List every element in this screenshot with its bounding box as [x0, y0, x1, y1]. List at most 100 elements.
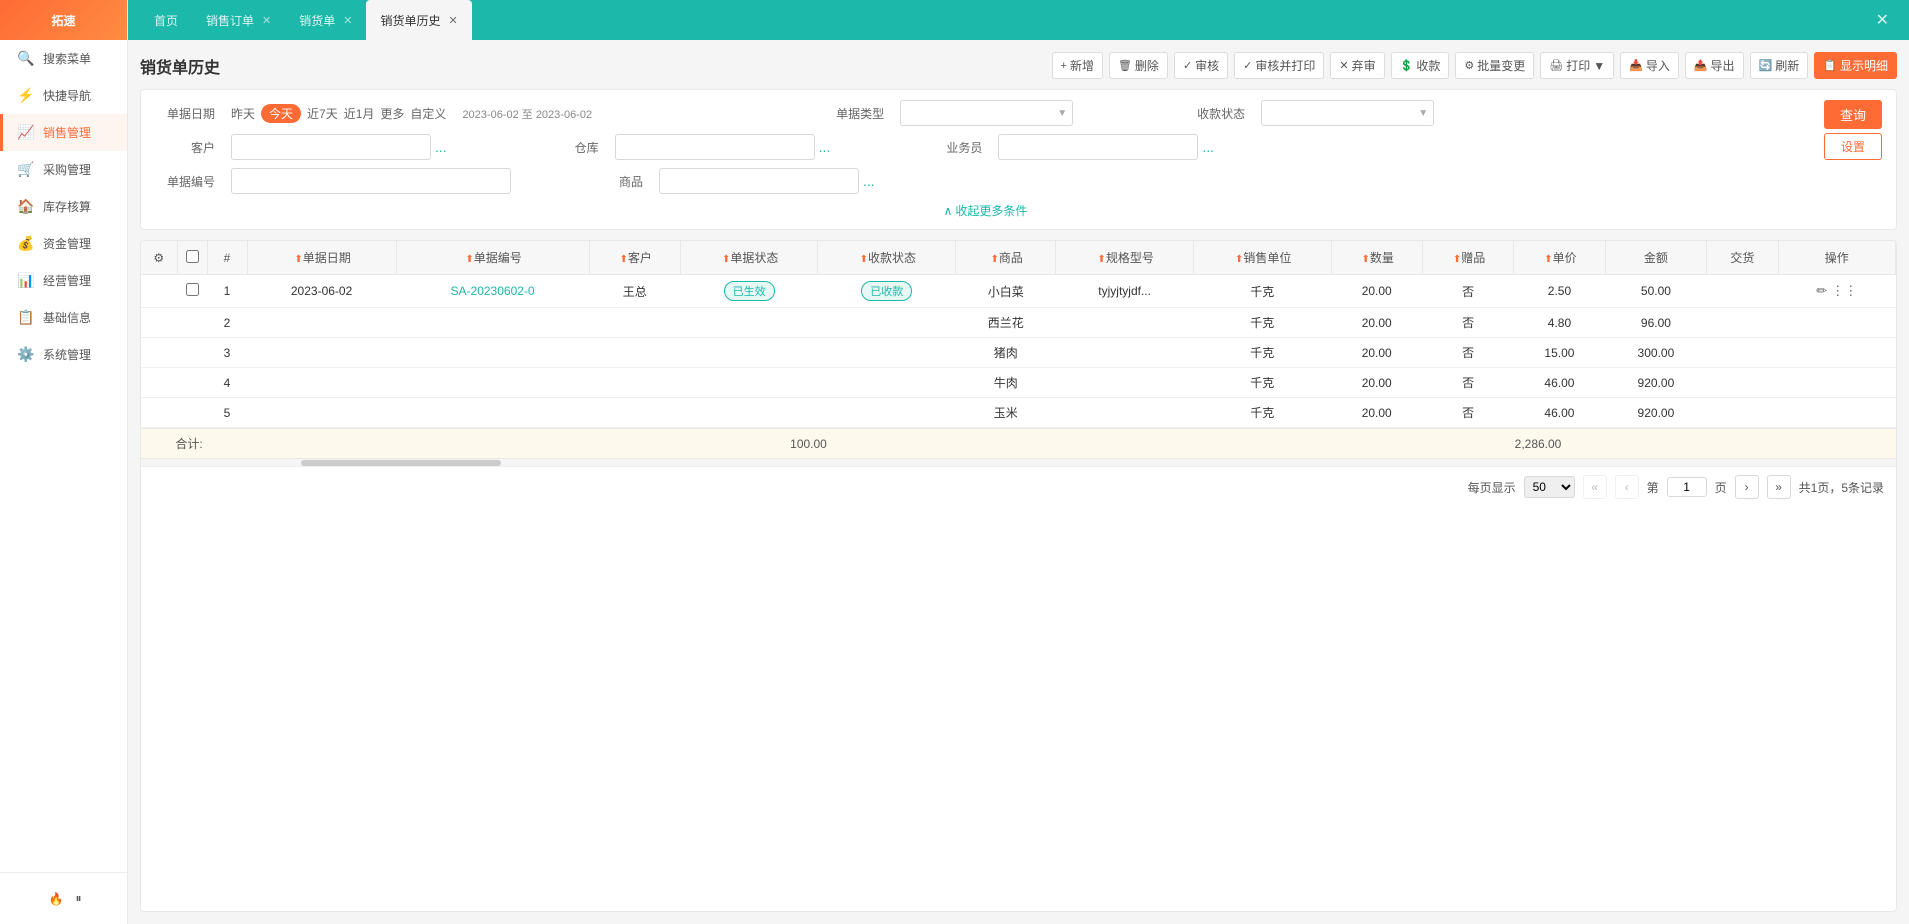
payment-status-input[interactable] — [1261, 100, 1434, 126]
product-dots[interactable]: ... — [863, 173, 875, 189]
page-input[interactable] — [1667, 477, 1707, 497]
customer-input[interactable] — [231, 134, 431, 160]
shortcut-custom[interactable]: 自定义 — [410, 105, 446, 122]
doc-no-cell[interactable] — [396, 338, 589, 368]
prev-page-btn[interactable]: ‹ — [1615, 475, 1639, 499]
query-button[interactable]: 查询 — [1824, 100, 1882, 129]
doc-date-cell — [247, 308, 396, 338]
next-page-btn[interactable]: › — [1735, 475, 1759, 499]
qty-col-header[interactable]: ⬆数量 — [1331, 241, 1422, 275]
sales-unit-col-header[interactable]: ⬆销售单位 — [1193, 241, 1331, 275]
scrollbar-thumb[interactable] — [301, 460, 501, 466]
shortcut-today[interactable]: 今天 — [261, 104, 301, 123]
edit-icon[interactable]: ✏ — [1816, 283, 1827, 298]
action-cell[interactable] — [1778, 368, 1895, 398]
print-button[interactable]: 🖨 打印 ▼ — [1540, 52, 1614, 79]
delete-button[interactable]: 🗑 删除 — [1109, 52, 1168, 79]
doc-type-dropdown-icon[interactable]: ▼ — [1057, 108, 1067, 119]
sidebar-item-basic-info[interactable]: 📋 基础信息 — [0, 299, 127, 336]
sidebar: 拓速 🔍 搜索菜单 ⚡ 快捷导航 📈 销售管理 🛒 采购管理 🏠 库存核算 💰 … — [0, 0, 128, 924]
export-button[interactable]: 📤 导出 — [1685, 52, 1744, 79]
sidebar-item-quick-nav[interactable]: ⚡ 快捷导航 — [0, 77, 127, 114]
checkbox-cell[interactable] — [177, 308, 207, 338]
doc-no-cell[interactable]: SA-20230602-0 — [396, 275, 589, 308]
tab-sales-order-close[interactable]: ✕ — [262, 14, 271, 27]
approve-button[interactable]: ✓ 审核 — [1174, 52, 1228, 79]
approve-print-button[interactable]: ✓ 审核并打印 — [1234, 52, 1324, 79]
show-detail-button[interactable]: 📋 显示明细 — [1814, 52, 1897, 79]
set-button[interactable]: 设置 — [1824, 133, 1882, 160]
refresh-button[interactable]: 🔄 刷新 — [1750, 52, 1809, 79]
product-col-header[interactable]: ⬆商品 — [956, 241, 1056, 275]
sidebar-bottom-actions[interactable]: 🔥 ⏸ — [0, 881, 127, 916]
payment-status-col-header[interactable]: ⬆收款状态 — [818, 241, 956, 275]
payment-dropdown-icon[interactable]: ▼ — [1418, 108, 1428, 119]
doc-no-cell[interactable] — [396, 368, 589, 398]
settings-col-header[interactable]: ⚙ — [141, 241, 177, 275]
add-button[interactable]: + 新增 — [1052, 52, 1103, 79]
tab-sales-delivery[interactable]: 销货单 ✕ — [285, 0, 366, 40]
doc-type-input[interactable] — [900, 100, 1073, 126]
checkbox-cell[interactable] — [177, 275, 207, 308]
shortcut-1month[interactable]: 近1月 — [344, 105, 375, 122]
tab-sales-order[interactable]: 销售订单 ✕ — [192, 0, 285, 40]
last-page-btn[interactable]: » — [1767, 475, 1791, 499]
action-cell[interactable] — [1778, 338, 1895, 368]
tab-sales-history-close[interactable]: ✕ — [449, 14, 458, 27]
gift-col-header[interactable]: ⬆赠品 — [1422, 241, 1513, 275]
import-button[interactable]: 📥 导入 — [1620, 52, 1679, 79]
tab-sales-delivery-close[interactable]: ✕ — [343, 14, 352, 27]
collect-button[interactable]: 💲 收款 — [1391, 52, 1450, 79]
abandon-button[interactable]: ✕ 弃审 — [1330, 52, 1384, 79]
sidebar-item-sys-mgmt[interactable]: ⚙️ 系统管理 — [0, 336, 127, 373]
customer-col-header[interactable]: ⬆客户 — [589, 241, 680, 275]
product-input[interactable] — [659, 168, 859, 194]
doc-no-link[interactable]: SA-20230602-0 — [451, 284, 535, 298]
checkbox-cell[interactable] — [177, 338, 207, 368]
doc-no-input[interactable] — [231, 168, 511, 194]
payment-status-cell: 已收款 — [818, 275, 956, 308]
more-action-icon[interactable]: ⋮⋮ — [1831, 283, 1857, 298]
window-close-btn[interactable]: ✕ — [1868, 10, 1897, 30]
collapse-link[interactable]: ∧ 收起更多条件 — [944, 202, 1028, 219]
per-page-select[interactable]: 50 100 200 — [1524, 476, 1575, 498]
action-cell[interactable]: ✏ ⋮⋮ — [1778, 275, 1895, 308]
sidebar-item-inventory-calc[interactable]: 🏠 库存核算 — [0, 188, 127, 225]
select-all-checkbox[interactable] — [186, 250, 199, 263]
batch-change-button[interactable]: ⚙ 批量变更 — [1455, 52, 1534, 79]
checkbox-cell[interactable] — [177, 368, 207, 398]
first-page-btn[interactable]: « — [1583, 475, 1607, 499]
checkbox-col-header[interactable] — [177, 241, 207, 275]
sidebar-item-purchase-mgmt[interactable]: 🛒 采购管理 — [0, 151, 127, 188]
doc-no-cell[interactable] — [396, 308, 589, 338]
customer-dots[interactable]: ... — [435, 139, 447, 155]
doc-status-col-header[interactable]: ⬆单据状态 — [680, 241, 818, 275]
shortcut-7days[interactable]: 近7天 — [307, 105, 338, 122]
warehouse-dots[interactable]: ... — [819, 139, 831, 155]
action-cell[interactable] — [1778, 398, 1895, 428]
product-cell: 牛肉 — [956, 368, 1056, 398]
sidebar-item-finance-mgmt[interactable]: 💰 资金管理 — [0, 225, 127, 262]
checkbox-cell[interactable] — [177, 398, 207, 428]
shortcut-more[interactable]: 更多 — [380, 105, 404, 122]
row-checkbox[interactable] — [186, 283, 199, 296]
doc-no-cell[interactable] — [396, 398, 589, 428]
sort-icon4: ⬆ — [722, 254, 730, 265]
doc-no-col-header[interactable]: ⬆单据编号 — [396, 241, 589, 275]
staff-dots[interactable]: ... — [1202, 139, 1214, 155]
tab-sales-history[interactable]: 销货单历史 ✕ — [366, 0, 471, 40]
tab-home[interactable]: 首页 — [140, 0, 192, 40]
staff-input[interactable] — [998, 134, 1198, 160]
doc-date-col-header[interactable]: ⬆单据日期 — [247, 241, 396, 275]
shortcut-yesterday[interactable]: 昨天 — [231, 105, 255, 122]
sidebar-item-sales-mgmt[interactable]: 📈 销售管理 — [0, 114, 127, 151]
sidebar-item-search-menu[interactable]: 🔍 搜索菜单 — [0, 40, 127, 77]
warehouse-input[interactable] — [615, 134, 815, 160]
page-unit: 页 — [1715, 479, 1727, 496]
unit-price-col-header[interactable]: ⬆单价 — [1514, 241, 1605, 275]
sidebar-item-ops-mgmt[interactable]: 📊 经营管理 — [0, 262, 127, 299]
horizontal-scrollbar[interactable] — [141, 458, 1896, 466]
action-cell[interactable] — [1778, 308, 1895, 338]
data-table: ⚙ # ⬆单据日期 ⬆单据编号 ⬆客户 — [141, 241, 1896, 428]
spec-col-header[interactable]: ⬆规格型号 — [1056, 241, 1194, 275]
